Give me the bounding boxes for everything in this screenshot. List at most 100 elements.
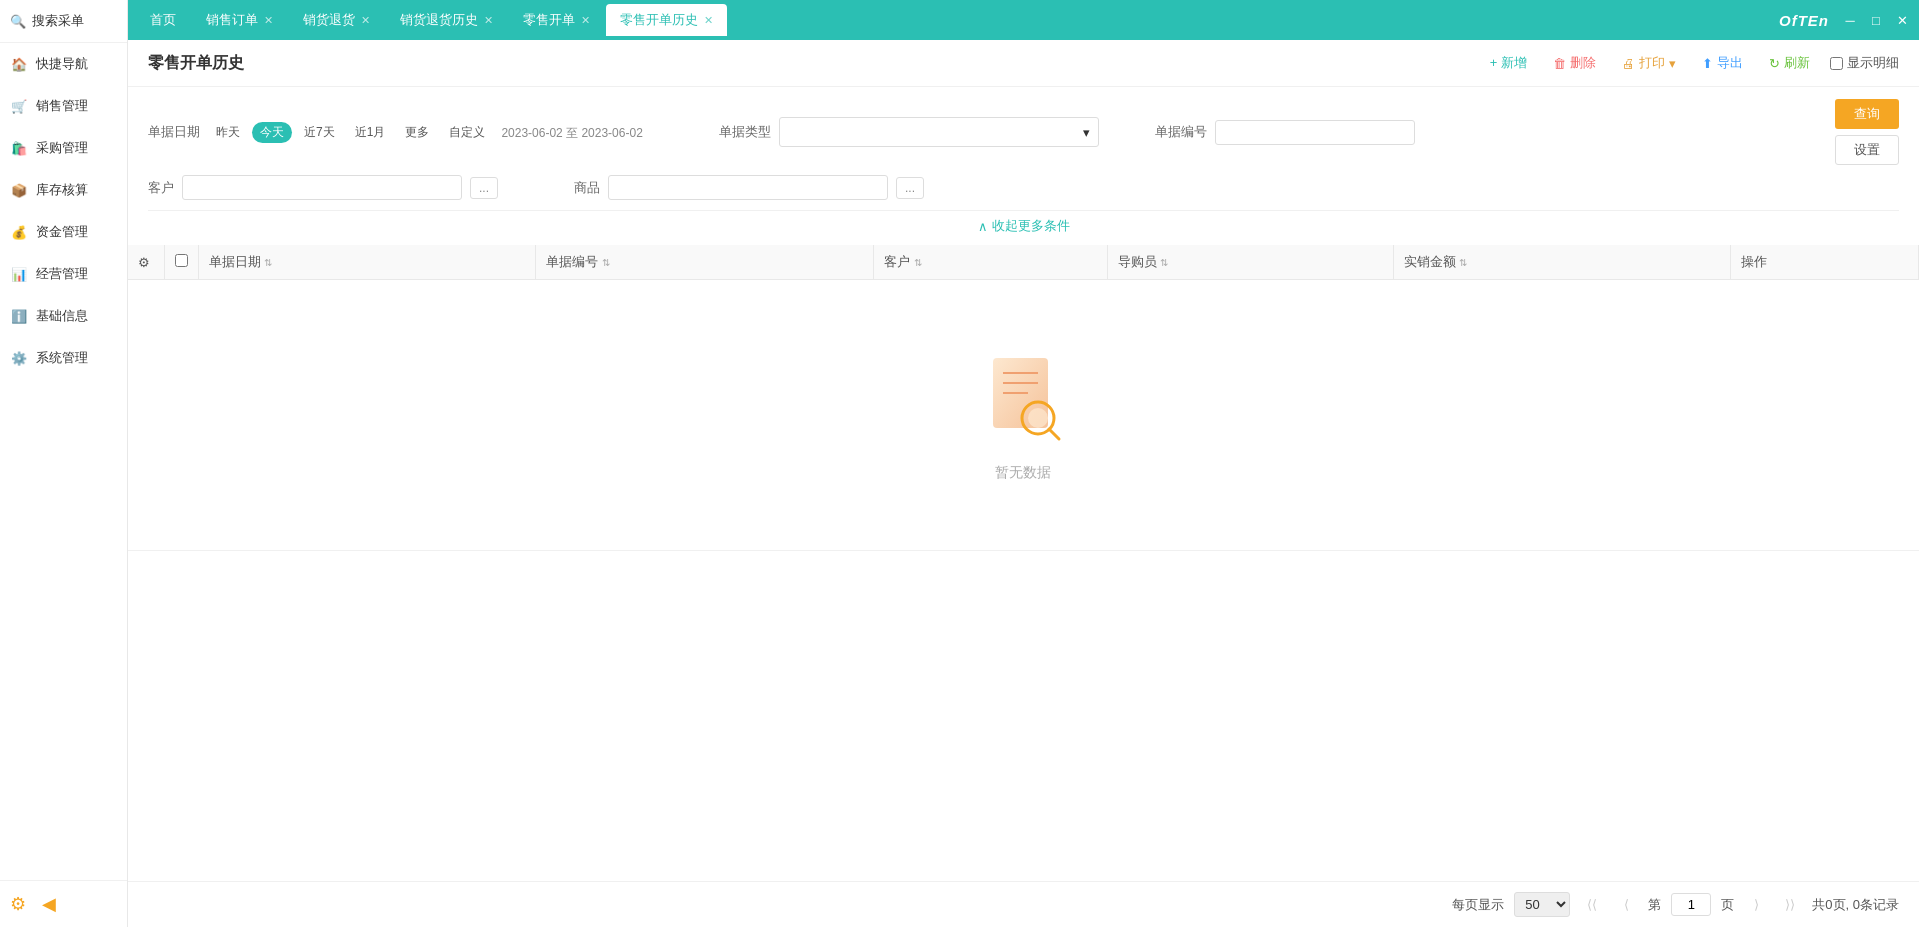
print-dropdown-icon: ▾ bbox=[1669, 56, 1676, 71]
customer-input[interactable] bbox=[182, 175, 462, 200]
customer-label: 客户 bbox=[148, 179, 174, 197]
page-number-input[interactable] bbox=[1671, 893, 1711, 916]
date-label: 单据日期 bbox=[148, 123, 200, 141]
close-btn[interactable]: ✕ bbox=[1893, 11, 1911, 29]
sidebar: 🔍 搜索采单 🏠 快捷导航 🛒 销售管理 🛍️ 采购管理 📦 库存核算 💰 资金… bbox=[0, 0, 128, 927]
maximize-btn[interactable]: □ bbox=[1867, 11, 1885, 29]
type-select[interactable]: ▾ bbox=[779, 117, 1099, 147]
tab-sales-order[interactable]: 销售订单 ✕ bbox=[192, 4, 287, 36]
goods-input[interactable] bbox=[608, 175, 888, 200]
page-label-2: 页 bbox=[1721, 896, 1734, 914]
tab-retail-open-label: 零售开单 bbox=[523, 11, 575, 29]
add-button[interactable]: + 新增 bbox=[1484, 50, 1533, 76]
sidebar-item-label: 经营管理 bbox=[36, 265, 88, 283]
th-action-label: 操作 bbox=[1741, 254, 1767, 269]
main-area: 首页 销售订单 ✕ 销货退货 ✕ 销货退货历史 ✕ 零售开单 ✕ 零售开单历史 … bbox=[128, 0, 1919, 927]
sidebar-item-label: 资金管理 bbox=[36, 223, 88, 241]
print-button[interactable]: 🖨 打印 ▾ bbox=[1616, 50, 1682, 76]
refresh-icon: ↻ bbox=[1769, 56, 1780, 71]
page-next-btn[interactable]: ⟩ bbox=[1744, 893, 1768, 917]
tab-sales-order-label: 销售订单 bbox=[206, 11, 258, 29]
sidebar-item-label: 快捷导航 bbox=[36, 55, 88, 73]
customer-ellipsis[interactable]: ... bbox=[470, 177, 498, 199]
sidebar-item-basic-info[interactable]: ℹ️ 基础信息 bbox=[0, 295, 127, 337]
sort-customer-icon[interactable]: ⇅ bbox=[914, 257, 922, 268]
th-check bbox=[164, 245, 198, 280]
empty-state: 暂无数据 bbox=[138, 288, 1909, 542]
query-button[interactable]: 查询 bbox=[1835, 99, 1899, 129]
sidebar-bottom: ⚙ ◀ bbox=[0, 880, 127, 927]
goods-ellipsis[interactable]: ... bbox=[896, 177, 924, 199]
goods-label: 商品 bbox=[574, 179, 600, 197]
type-label: 单据类型 bbox=[719, 123, 771, 141]
date-custom[interactable]: 自定义 bbox=[441, 122, 493, 143]
sidebar-search[interactable]: 🔍 搜索采单 bbox=[0, 0, 127, 43]
sort-guide-icon[interactable]: ⇅ bbox=[1160, 257, 1168, 268]
date-more[interactable]: 更多 bbox=[397, 122, 437, 143]
tab-sales-return-history-close[interactable]: ✕ bbox=[484, 14, 493, 27]
th-guide-label: 导购员 bbox=[1118, 254, 1157, 269]
sort-number-icon[interactable]: ⇅ bbox=[602, 257, 610, 268]
sidebar-item-sales-mgmt[interactable]: 🛒 销售管理 bbox=[0, 85, 127, 127]
sidebar-item-inventory[interactable]: 📦 库存核算 bbox=[0, 169, 127, 211]
date-7days[interactable]: 近7天 bbox=[296, 122, 343, 143]
query-row-2: 客户 ... 商品 ... bbox=[148, 175, 1899, 200]
page-last-btn[interactable]: ⟩⟩ bbox=[1778, 893, 1802, 917]
tab-retail-open-history-close[interactable]: ✕ bbox=[704, 14, 713, 27]
th-gear: ⚙ bbox=[128, 245, 164, 280]
tab-retail-open-history-label: 零售开单历史 bbox=[620, 11, 698, 29]
toolbar: + 新增 🗑 删除 🖨 打印 ▾ ⬆ 导出 ↻ 刷新 bbox=[1484, 50, 1899, 76]
sidebar-item-operations[interactable]: 📊 经营管理 bbox=[0, 253, 127, 295]
table-body: 暂无数据 bbox=[128, 280, 1919, 551]
tab-home-label: 首页 bbox=[150, 11, 176, 29]
query-bar-wrapper: 单据日期 昨天 今天 近7天 近1月 更多 自定义 2023-06-02 至 2… bbox=[128, 87, 1919, 245]
th-amount-label: 实销金额 bbox=[1404, 254, 1456, 269]
tab-sales-return[interactable]: 销货退货 ✕ bbox=[289, 4, 384, 36]
date-shortcuts: 昨天 今天 近7天 近1月 更多 自定义 bbox=[208, 122, 493, 143]
tab-sales-order-close[interactable]: ✕ bbox=[264, 14, 273, 27]
sidebar-item-sys-mgmt[interactable]: ⚙️ 系统管理 bbox=[0, 337, 127, 379]
empty-row: 暂无数据 bbox=[128, 280, 1919, 551]
date-today[interactable]: 今天 bbox=[252, 122, 292, 143]
th-date-label: 单据日期 bbox=[209, 254, 261, 269]
tab-sales-return-history-label: 销货退货历史 bbox=[400, 11, 478, 29]
select-all-checkbox[interactable] bbox=[175, 254, 188, 267]
delete-button[interactable]: 🗑 删除 bbox=[1547, 50, 1602, 76]
settings-bottom-icon[interactable]: ⚙ bbox=[10, 893, 26, 915]
tab-retail-open[interactable]: 零售开单 ✕ bbox=[509, 4, 604, 36]
coin-icon: 💰 bbox=[10, 223, 28, 241]
date-1month[interactable]: 近1月 bbox=[347, 122, 394, 143]
sidebar-item-quick-nav[interactable]: 🏠 快捷导航 bbox=[0, 43, 127, 85]
cart-icon: 🛒 bbox=[10, 97, 28, 115]
gear-icon[interactable]: ⚙ bbox=[138, 255, 150, 270]
sidebar-item-purchase-mgmt[interactable]: 🛍️ 采购管理 bbox=[0, 127, 127, 169]
collapse-icon[interactable]: ◀ bbox=[42, 893, 56, 915]
show-detail-checkbox[interactable]: 显示明细 bbox=[1830, 54, 1899, 72]
date-yesterday[interactable]: 昨天 bbox=[208, 122, 248, 143]
export-button[interactable]: ⬆ 导出 bbox=[1696, 50, 1749, 76]
sidebar-item-finance[interactable]: 💰 资金管理 bbox=[0, 211, 127, 253]
th-customer-label: 客户 bbox=[884, 254, 910, 269]
show-detail-input[interactable] bbox=[1830, 57, 1843, 70]
refresh-button[interactable]: ↻ 刷新 bbox=[1763, 50, 1816, 76]
tab-retail-open-history[interactable]: 零售开单历史 ✕ bbox=[606, 4, 727, 36]
page-first-btn[interactable]: ⟨⟨ bbox=[1580, 893, 1604, 917]
number-input[interactable] bbox=[1215, 120, 1415, 145]
sort-amount-icon[interactable]: ⇅ bbox=[1459, 257, 1467, 268]
collapse-up-icon: ∧ bbox=[978, 219, 988, 234]
collapse-more[interactable]: ∧ 收起更多条件 bbox=[148, 210, 1899, 241]
th-number: 单据编号 ⇅ bbox=[536, 245, 874, 280]
tab-retail-open-close[interactable]: ✕ bbox=[581, 14, 590, 27]
page-prev-btn[interactable]: ⟨ bbox=[1614, 893, 1638, 917]
minimize-btn[interactable]: ─ bbox=[1841, 11, 1859, 29]
tab-sales-return-history[interactable]: 销货退货历史 ✕ bbox=[386, 4, 507, 36]
sort-date-icon[interactable]: ⇅ bbox=[264, 257, 272, 268]
settings-button[interactable]: 设置 bbox=[1835, 135, 1899, 165]
page-size-select[interactable]: 20 50 100 200 bbox=[1514, 892, 1570, 917]
table-header-row: ⚙ 单据日期 ⇅ 单据编号 ⇅ bbox=[128, 245, 1919, 280]
tab-home[interactable]: 首页 bbox=[136, 4, 190, 36]
tab-sales-return-close[interactable]: ✕ bbox=[361, 14, 370, 27]
page-label: 第 bbox=[1648, 896, 1661, 914]
th-guide: 导购员 ⇅ bbox=[1107, 245, 1393, 280]
gear-icon: ⚙️ bbox=[10, 349, 28, 367]
